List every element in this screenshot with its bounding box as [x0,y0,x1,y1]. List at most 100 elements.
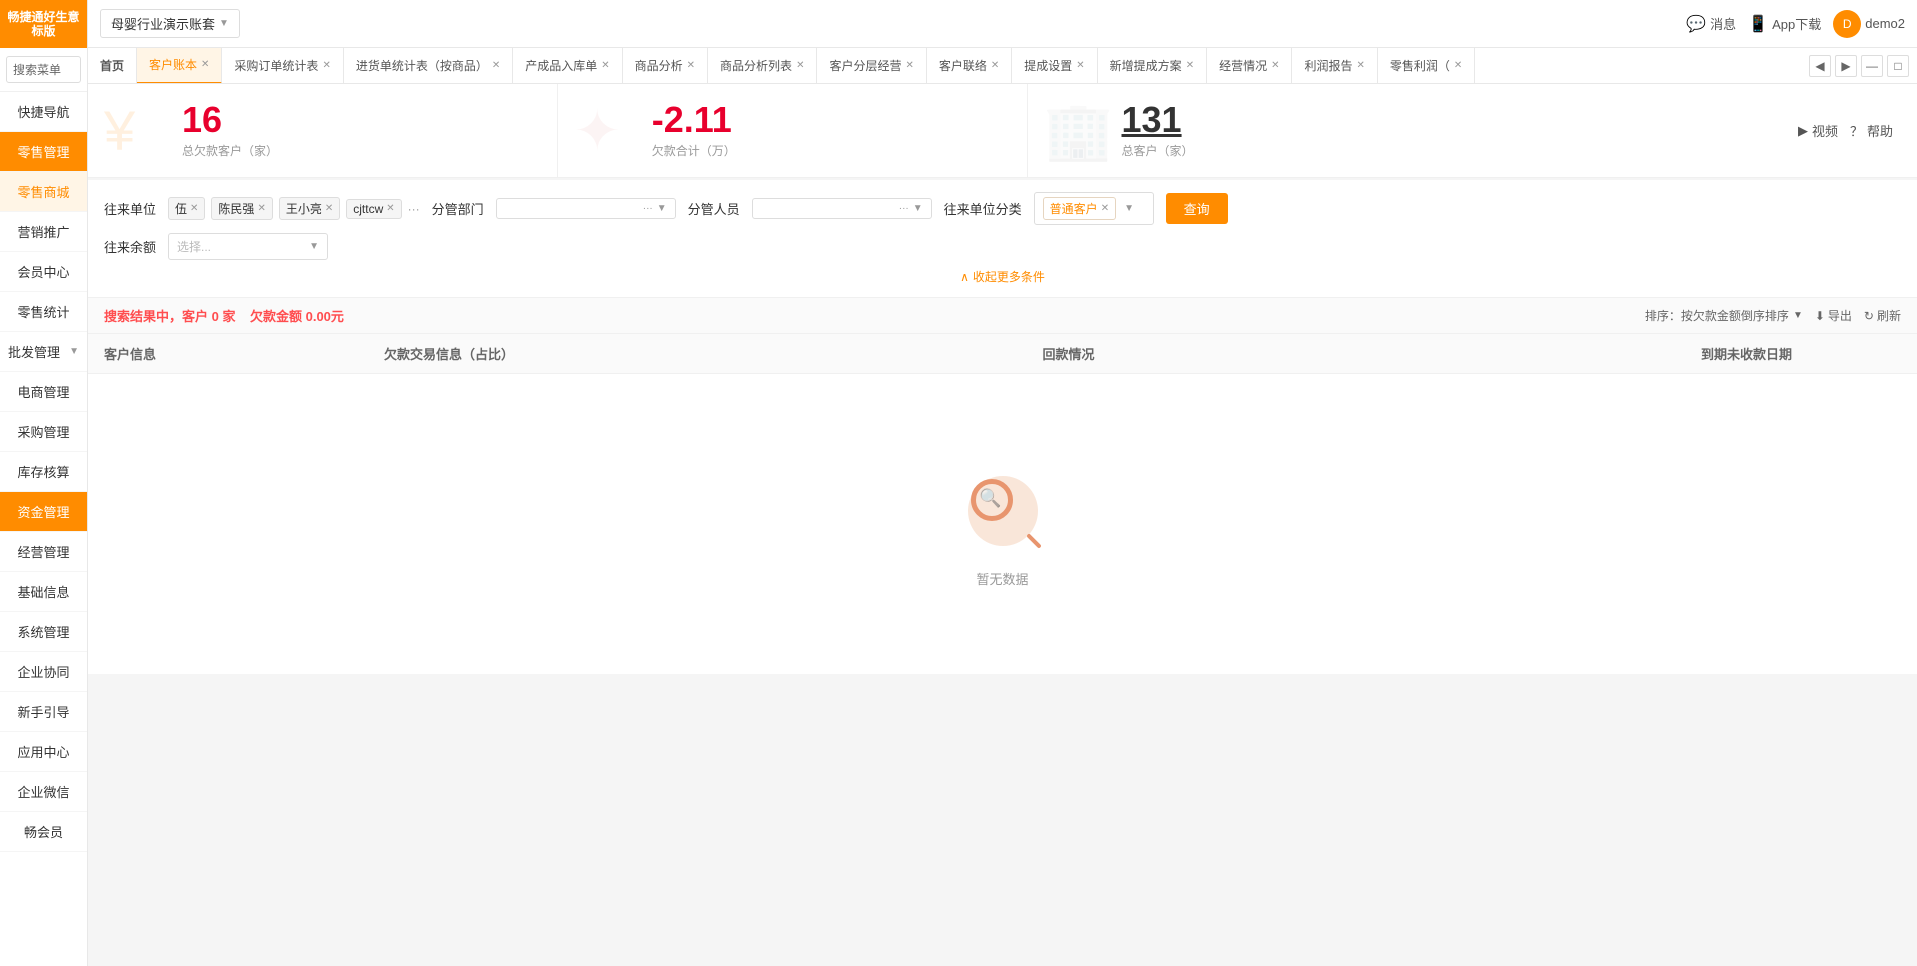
sidebar-item-ecommerce[interactable]: 电商管理 [0,372,87,412]
unit-tag-wang-close[interactable]: ✕ [325,203,333,214]
main-area: 母婴行业演示账套 ▼ 💬 消息 📱 App下载 D demo2 首页 客户账本 [88,0,1917,966]
sidebar-item-retail-mgmt[interactable]: 零售管理 [0,132,87,172]
empty-text: 暂无数据 [976,569,1028,588]
sidebar-item-purchase[interactable]: 采购管理 [0,412,87,452]
sidebar-item-enterprise[interactable]: 企业协同 [0,652,87,692]
tab-retail-profit[interactable]: 零售利润（ ✕ [1378,48,1475,84]
sidebar-item-member[interactable]: 会员中心 [0,252,87,292]
tab-close-customer-contact[interactable]: ✕ [991,60,999,71]
collapse-row: ∧ 收起更多条件 [104,268,1901,285]
sidebar-item-wholesale[interactable]: 批发管理 ▼ [0,332,87,372]
tab-customer-contact[interactable]: 客户联络 ✕ [927,48,1012,84]
dept-label: 分管部门 [432,199,484,218]
sidebar-item-finance[interactable]: 资金管理 [0,492,87,532]
col-due-date: 到期未收款日期 [1701,344,1901,363]
sidebar-item-marketing[interactable]: 营销推广 [0,212,87,252]
unit-tag-chen-close[interactable]: ✕ [257,203,265,214]
sidebar-item-inventory[interactable]: 库存核算 [0,452,87,492]
unit-tag-wu-close[interactable]: ✕ [190,203,198,214]
dept-select[interactable]: ··· ▼ [496,198,676,219]
content: ¥ 16 总欠款客户（家） ✦ -2.11 欠款合计（万） 🏢 131 [88,84,1917,966]
tab-scroll-right[interactable]: ▶ [1835,55,1857,77]
tab-operation-status[interactable]: 经营情况 ✕ [1207,48,1292,84]
sidebar-item-retail-mall[interactable]: 零售商城 [0,172,87,212]
video-button[interactable]: ▶ 视频 [1798,121,1838,140]
customers-label: 总欠款客户（家） [182,142,278,159]
refresh-button[interactable]: ↻ 刷新 [1864,307,1901,324]
tab-product-list[interactable]: 商品分析列表 ✕ [708,48,817,84]
sidebar: 畅捷通好生意 标版 搜索菜单 快捷导航 零售管理 零售商城 营销推广 会员中心 … [0,0,88,966]
sidebar-item-quick-nav[interactable]: 快捷导航 [0,92,87,132]
tab-close-purchase-order[interactable]: ✕ [322,60,330,71]
tab-minimize[interactable]: — [1861,55,1883,77]
filter-area: 往来单位 伍 ✕ 陈民强 ✕ 王小亮 ✕ cjttcw [88,180,1917,298]
tab-close-purchase-stats[interactable]: ✕ [492,60,500,71]
video-help-area: ▶ 视频 ？ 帮助 [1798,121,1893,140]
search-menu-button[interactable]: 搜索菜单 [6,56,81,83]
tab-product-analysis[interactable]: 商品分析 ✕ [623,48,708,84]
sidebar-item-system[interactable]: 系统管理 [0,612,87,652]
query-button[interactable]: 查询 [1166,193,1228,224]
sort-select[interactable]: 排序：按欠款金额倒序排序 ▼ [1645,307,1803,324]
total-label: 总客户（家） [1122,142,1194,159]
debt-number: -2.11 [652,102,736,138]
sidebar-item-app-center[interactable]: 应用中心 [0,732,87,772]
tab-customer-segment[interactable]: 客户分层经营 ✕ [817,48,926,84]
sidebar-item-enterprise-wechat[interactable]: 企业微信 [0,772,87,812]
tab-close-product-list[interactable]: ✕ [796,60,804,71]
video-icon: ▶ [1798,123,1808,139]
tabbar-controls: ◀ ▶ — □ [1801,55,1917,77]
store-selector[interactable]: 母婴行业演示账套 ▼ [100,9,240,38]
tab-close-customer-book[interactable]: ✕ [201,59,209,70]
tab-close-cost-inbound[interactable]: ✕ [601,60,609,71]
tab-close-retail-profit[interactable]: ✕ [1454,60,1462,71]
help-button[interactable]: ？ 帮助 [1850,121,1893,140]
logo: 畅捷通好生意 标版 [0,0,87,48]
tab-promotion-settings[interactable]: 提成设置 ✕ [1012,48,1097,84]
sidebar-item-basic-info[interactable]: 基础信息 [0,572,87,612]
tab-new-promotion[interactable]: 新增提成方案 ✕ [1098,48,1207,84]
user-profile[interactable]: D demo2 [1833,10,1905,38]
tab-close-customer-segment[interactable]: ✕ [905,60,913,71]
app-download-button[interactable]: 📱 App下载 [1748,14,1821,34]
balance-select[interactable]: 选择... ▼ [168,233,328,260]
tab-close-product-analysis[interactable]: ✕ [687,60,695,71]
sidebar-item-vip[interactable]: 畅会员 [0,812,87,852]
person-select[interactable]: ··· ▼ [752,198,932,219]
result-actions: 排序：按欠款金额倒序排序 ▼ ⬇ 导出 ↻ 刷新 [1645,307,1901,324]
collapse-button[interactable]: ∧ 收起更多条件 [960,268,1045,285]
message-button[interactable]: 💬 消息 [1686,14,1736,34]
result-count: 0 [212,309,219,324]
app-download-icon: 📱 [1748,14,1768,34]
customers-info: 16 总欠款客户（家） [182,102,278,159]
dept-arrow-icon: ▼ [657,203,667,214]
col-debt-info: 欠款交易信息（占比） [384,344,1043,363]
unit-class-tag-close[interactable]: ✕ [1101,203,1109,214]
tab-cost-inbound[interactable]: 产成品入库单 ✕ [513,48,622,84]
tab-close-operation-status[interactable]: ✕ [1271,60,1279,71]
unit-tags-more[interactable]: ··· [408,202,420,216]
tab-profit-report[interactable]: 利润报告 ✕ [1292,48,1377,84]
unit-class-select[interactable]: 普通客户 ✕ ▼ [1034,192,1154,225]
unit-tag-cjttcw-close[interactable]: ✕ [386,203,394,214]
tab-close-new-promotion[interactable]: ✕ [1186,60,1194,71]
tab-close-profit-report[interactable]: ✕ [1357,60,1365,71]
sort-label: 排序：按欠款金额倒序排序 [1645,307,1789,324]
tab-close-promotion-settings[interactable]: ✕ [1076,60,1084,71]
table-header: 客户信息 欠款交易信息（占比） 回款情况 到期未收款日期 [88,334,1917,374]
tab-home[interactable]: 首页 [88,48,137,84]
tab-purchase-stats[interactable]: 进货单统计表（按商品） ✕ [344,48,513,84]
export-icon: ⬇ [1815,309,1825,323]
tab-maximize[interactable]: □ [1887,55,1909,77]
tab-scroll-left[interactable]: ◀ [1809,55,1831,77]
empty-icon-container: 🔍 [953,461,1053,561]
sidebar-item-operation[interactable]: 经营管理 [0,532,87,572]
tab-purchase-order[interactable]: 采购订单统计表 ✕ [222,48,343,84]
total-number: 131 [1122,102,1194,138]
sidebar-item-retail-stats[interactable]: 零售统计 [0,292,87,332]
export-button[interactable]: ⬇ 导出 [1815,307,1852,324]
tabbar: 首页 客户账本 ✕ 采购订单统计表 ✕ 进货单统计表（按商品） ✕ 产成品入库单… [88,48,1917,84]
topbar-right: 💬 消息 📱 App下载 D demo2 [1686,10,1905,38]
sidebar-item-new-guide[interactable]: 新手引导 [0,692,87,732]
tab-customer-book[interactable]: 客户账本 ✕ [137,48,222,84]
